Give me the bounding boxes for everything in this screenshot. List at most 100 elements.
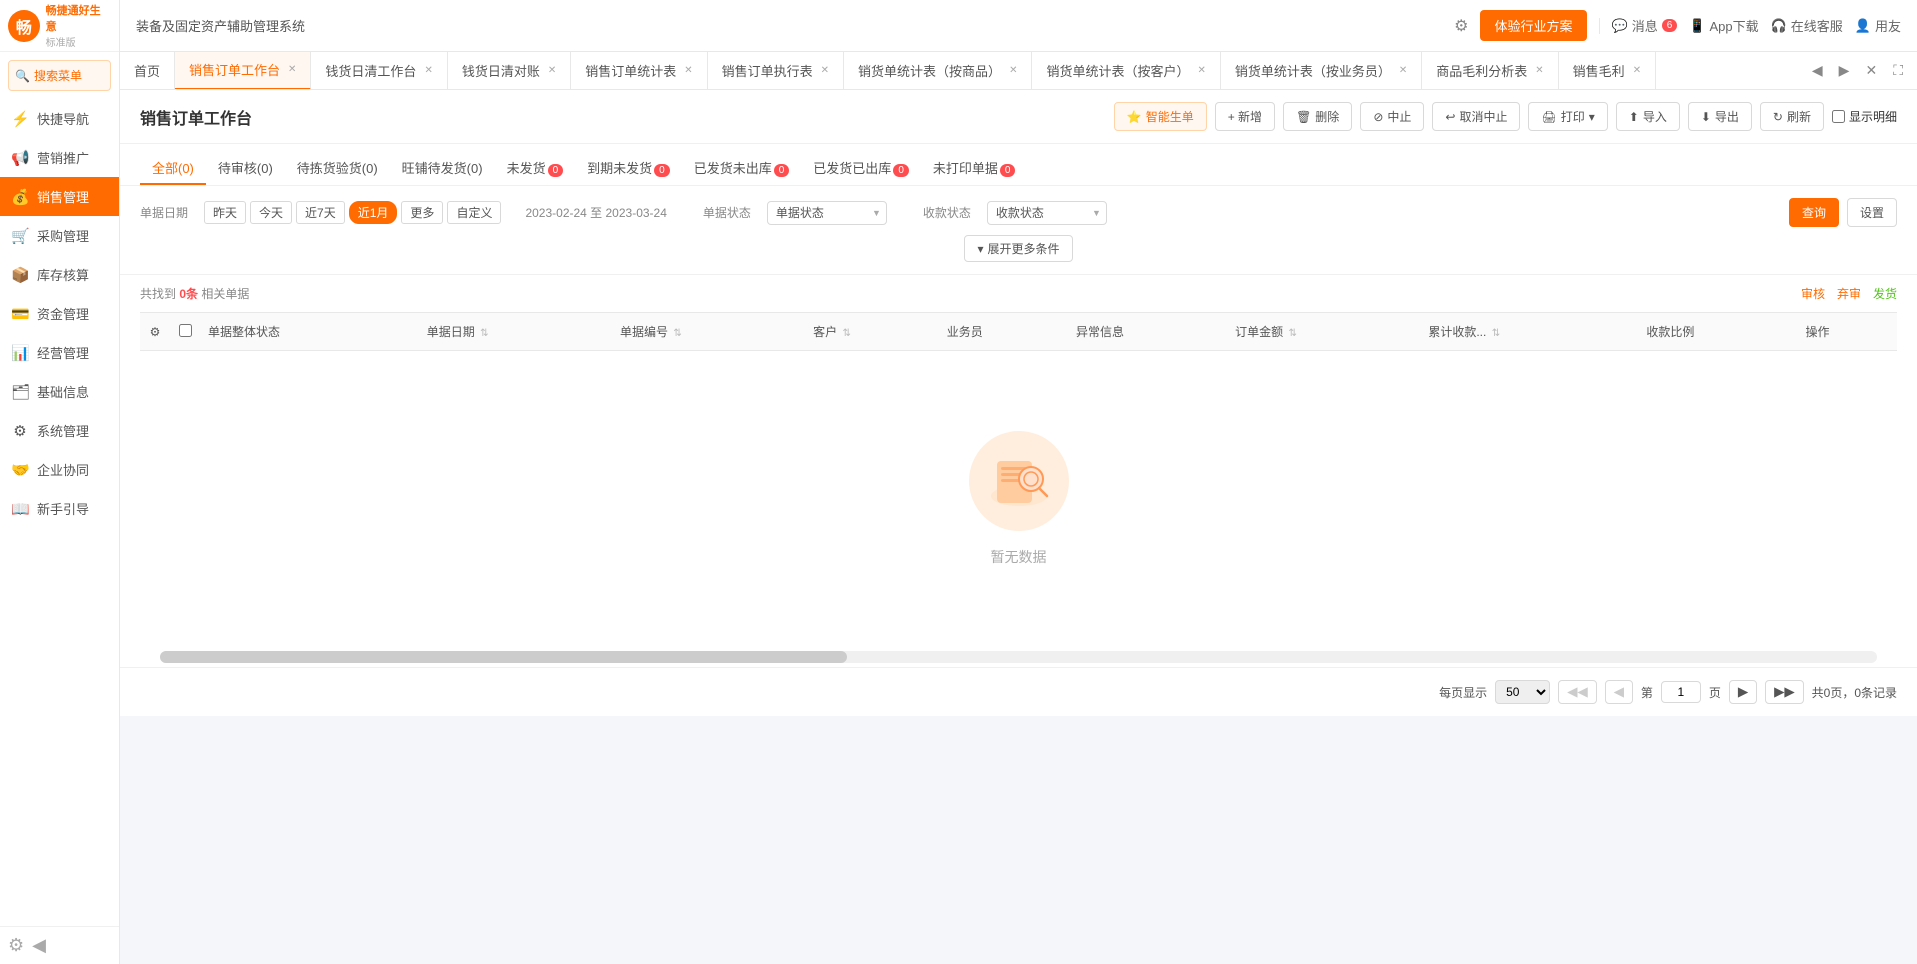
date-yesterday-btn[interactable]: 昨天 <box>204 201 246 224</box>
expand-filter-btn[interactable]: ▾ 展开更多条件 <box>964 235 1072 262</box>
show-detail-checkbox-wrap[interactable]: 显示明细 <box>1832 108 1897 125</box>
tab-close-sales-workbench[interactable]: ✕ <box>288 64 296 75</box>
tab-close-gross-profit[interactable]: ✕ <box>1535 65 1543 76</box>
pagination-first-btn[interactable]: ◀◀ <box>1558 680 1597 704</box>
col-number[interactable]: 单据编号 ⇅ <box>612 313 805 351</box>
col-amount[interactable]: 订单金额 ⇅ <box>1227 313 1420 351</box>
tab-gross-profit[interactable]: 商品毛利分析表 ✕ <box>1422 52 1558 90</box>
sidebar-item-basic[interactable]: 🗂 基础信息 <box>0 372 119 411</box>
export-btn[interactable]: ⬇ 导出 <box>1688 102 1752 131</box>
message-btn[interactable]: 💬 消息 6 <box>1612 16 1678 35</box>
tab-cash-reconcile[interactable]: 钱货日清对账 ✕ <box>448 52 571 90</box>
status-select[interactable]: 单据状态 <box>767 201 887 225</box>
cancel-stop-btn[interactable]: ↩ 取消中止 <box>1432 102 1520 131</box>
horizontal-scrollbar[interactable] <box>160 651 1877 663</box>
refresh-btn[interactable]: ↻ 刷新 <box>1760 102 1824 131</box>
settings-gear-icon[interactable]: ⚙ <box>1454 16 1468 36</box>
pagination-next-btn[interactable]: ▶ <box>1729 680 1757 704</box>
cancel-review-action-btn[interactable]: 弃审 <box>1837 285 1861 302</box>
col-ratio: 收款比例 <box>1638 313 1797 351</box>
sub-tab-expired-not-shipped[interactable]: 到期未发货0 <box>575 152 682 185</box>
pagination-prev-btn[interactable]: ◀ <box>1605 680 1633 704</box>
sidebar-item-quick-nav[interactable]: ⚡ 快捷导航 <box>0 99 119 138</box>
tab-close-single-staff[interactable]: ✕ <box>1399 65 1407 76</box>
payment-select-wrap: 收款状态 <box>987 201 1107 225</box>
tab-close-single-product[interactable]: ✕ <box>1009 65 1017 76</box>
print-btn[interactable]: 🖨 打印 ▾ <box>1528 102 1607 131</box>
basic-icon: 🗂 <box>11 383 29 401</box>
sidebar-item-purchase[interactable]: 🛒 采购管理 <box>0 216 119 255</box>
sub-tab-wangpu[interactable]: 旺铺待发货(0) <box>390 152 495 185</box>
sidebar-item-finance[interactable]: 💳 资金管理 <box>0 294 119 333</box>
stop-btn[interactable]: ⊘ 中止 <box>1360 102 1424 131</box>
select-all-checkbox[interactable] <box>179 324 192 337</box>
tab-close-sales-stats[interactable]: ✕ <box>684 65 692 76</box>
online-service-btn[interactable]: 🎧 在线客服 <box>1771 16 1843 35</box>
export-icon: ⬇ <box>1701 110 1711 124</box>
sidebar-item-guide[interactable]: 📖 新手引导 <box>0 489 119 528</box>
sidebar-item-system[interactable]: ⚙ 系统管理 <box>0 411 119 450</box>
add-btn[interactable]: + 新增 <box>1215 102 1275 131</box>
sub-tab-pending-inspect[interactable]: 待拣货验货(0) <box>285 152 390 185</box>
tab-scroll-left[interactable]: ◀ <box>1806 58 1829 83</box>
user-btn[interactable]: 👤 用友 <box>1855 16 1901 35</box>
review-action-btn[interactable]: 审核 <box>1801 285 1825 302</box>
query-btn[interactable]: 查询 <box>1789 198 1839 227</box>
tab-close-sales-exec[interactable]: ✕ <box>821 65 829 76</box>
tab-sales-exec[interactable]: 销售订单执行表 ✕ <box>708 52 844 90</box>
date-more-btn[interactable]: 更多 <box>401 201 443 224</box>
col-gear-icon[interactable]: ⚙ <box>150 325 161 339</box>
search-menu-button[interactable]: 🔍 搜索菜单 <box>8 60 111 91</box>
ship-action-btn[interactable]: 发货 <box>1873 285 1897 302</box>
tab-sales-gross[interactable]: 销售毛利 ✕ <box>1559 52 1656 90</box>
sub-tab-shipped-not-out[interactable]: 已发货未出库0 <box>682 152 802 185</box>
sidebar-item-enterprise[interactable]: 🤝 企业协同 <box>0 450 119 489</box>
page-size-select[interactable]: 50 20 100 <box>1495 680 1550 704</box>
tab-close-cash-reconcile[interactable]: ✕ <box>548 65 556 76</box>
date-1month-btn[interactable]: 近1月 <box>349 201 398 224</box>
smart-create-btn[interactable]: ⭐ 智能生单 <box>1114 102 1207 131</box>
tab-maximize[interactable]: ⛶ <box>1887 58 1909 83</box>
sidebar-item-marketing[interactable]: 📢 营销推广 <box>0 138 119 177</box>
page-number-input[interactable] <box>1661 681 1701 703</box>
col-date[interactable]: 单据日期 ⇅ <box>419 313 612 351</box>
sub-tab-pending-review[interactable]: 待审核(0) <box>206 152 285 185</box>
pagination-last-btn[interactable]: ▶▶ <box>1765 680 1804 704</box>
app-download-btn[interactable]: 📱 App下载 <box>1689 16 1758 35</box>
tab-sales-single-product[interactable]: 销货单统计表（按商品） ✕ <box>844 52 1032 90</box>
sub-tab-not-printed[interactable]: 未打印单据0 <box>921 152 1028 185</box>
sub-tab-all[interactable]: 全部(0) <box>140 152 206 185</box>
scrollbar-thumb[interactable] <box>160 651 847 663</box>
collapse-icon[interactable]: ◀ <box>32 935 46 956</box>
tab-sales-stats[interactable]: 销售订单统计表 ✕ <box>571 52 707 90</box>
sub-tab-not-shipped[interactable]: 未发货0 <box>495 152 576 185</box>
sort-number-icon: ⇅ <box>673 328 681 339</box>
tab-cash-daily[interactable]: 钱货日清工作台 ✕ <box>311 52 447 90</box>
tab-sales-single-customer[interactable]: 销货单统计表（按客户） ✕ <box>1032 52 1220 90</box>
date-custom-btn[interactable]: 自定义 <box>447 201 501 224</box>
tab-close-cash-daily[interactable]: ✕ <box>424 65 432 76</box>
tab-close-single-customer[interactable]: ✕ <box>1197 65 1205 76</box>
sidebar-item-sales[interactable]: 💰 销售管理 <box>0 177 119 216</box>
industry-btn[interactable]: 体验行业方案 <box>1480 10 1586 41</box>
payment-select[interactable]: 收款状态 <box>987 201 1107 225</box>
import-btn[interactable]: ⬆ 导入 <box>1616 102 1680 131</box>
tab-home[interactable]: 首页 <box>120 52 175 90</box>
sub-tab-shipped-out[interactable]: 已发货已出库0 <box>801 152 921 185</box>
date-filter-label: 单据日期 <box>140 204 188 221</box>
tab-sales-workbench[interactable]: 销售订单工作台 ✕ <box>175 52 311 90</box>
tab-sales-single-staff[interactable]: 销货单统计表（按业务员） ✕ <box>1221 52 1422 90</box>
col-customer[interactable]: 客户 ⇅ <box>805 313 939 351</box>
tab-close-all[interactable]: ✕ <box>1859 58 1883 83</box>
date-7days-btn[interactable]: 近7天 <box>296 201 345 224</box>
delete-btn[interactable]: 🗑 删除 <box>1283 102 1352 131</box>
show-detail-checkbox[interactable] <box>1832 110 1845 123</box>
date-today-btn[interactable]: 今天 <box>250 201 292 224</box>
filter-settings-btn[interactable]: 设置 <box>1847 198 1897 227</box>
sidebar-item-operations[interactable]: 📊 经营管理 <box>0 333 119 372</box>
tab-close-sales-gross[interactable]: ✕ <box>1633 65 1641 76</box>
sidebar-item-inventory[interactable]: 📦 库存核算 <box>0 255 119 294</box>
settings-bottom-icon[interactable]: ⚙ <box>8 935 24 956</box>
tab-scroll-right[interactable]: ▶ <box>1833 58 1856 83</box>
col-collected[interactable]: 累计收款... ⇅ <box>1420 313 1638 351</box>
